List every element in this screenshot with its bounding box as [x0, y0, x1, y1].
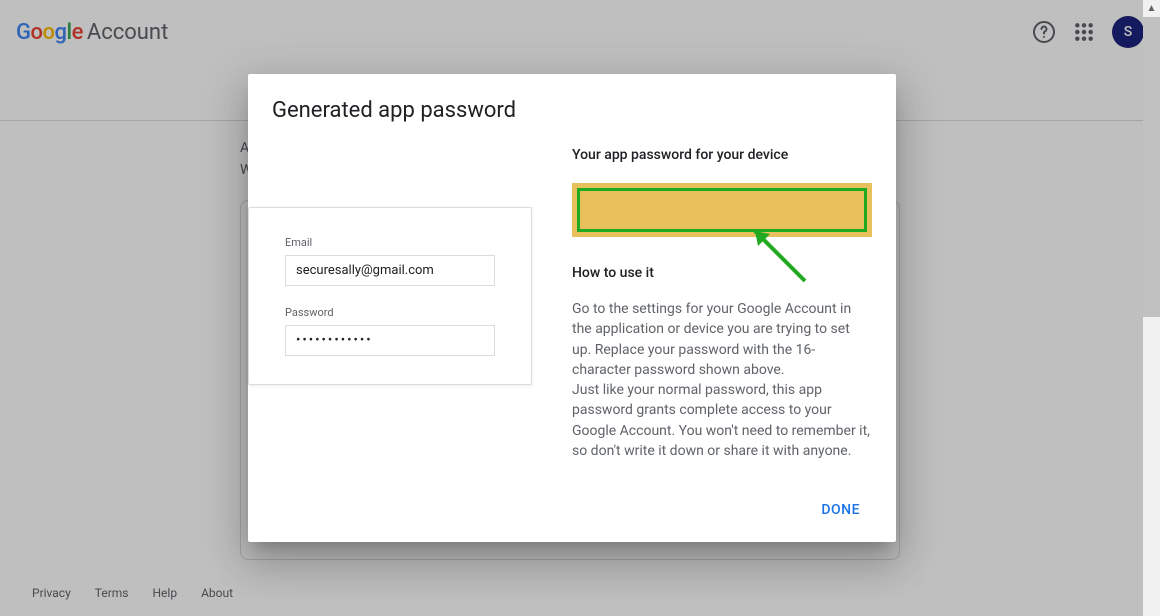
scroll-thumb[interactable] — [1143, 17, 1160, 317]
generated-password-highlight — [577, 188, 867, 232]
email-label: Email — [285, 236, 495, 249]
modal-title: Generated app password — [272, 98, 872, 123]
app-password-modal: Generated app password Email Password ••… — [248, 74, 896, 542]
scroll-up-arrow-icon[interactable]: ▲ — [1143, 0, 1160, 17]
device-password-heading: Your app password for your device — [572, 147, 872, 163]
howto-heading: How to use it — [572, 265, 872, 281]
modal-right-column: Your app password for your device How to… — [572, 147, 872, 461]
email-input[interactable] — [285, 255, 495, 286]
password-input[interactable]: •••••••••••• — [285, 325, 495, 356]
credentials-card: Email Password •••••••••••• — [248, 207, 532, 385]
howto-instructions: Go to the settings for your Google Accou… — [572, 299, 872, 461]
vertical-scrollbar[interactable]: ▲ — [1143, 0, 1160, 616]
password-label: Password — [285, 306, 495, 319]
modal-left-column: Email Password •••••••••••• — [272, 147, 532, 461]
generated-password-box[interactable] — [572, 183, 872, 237]
done-button[interactable]: DONE — [821, 502, 860, 518]
